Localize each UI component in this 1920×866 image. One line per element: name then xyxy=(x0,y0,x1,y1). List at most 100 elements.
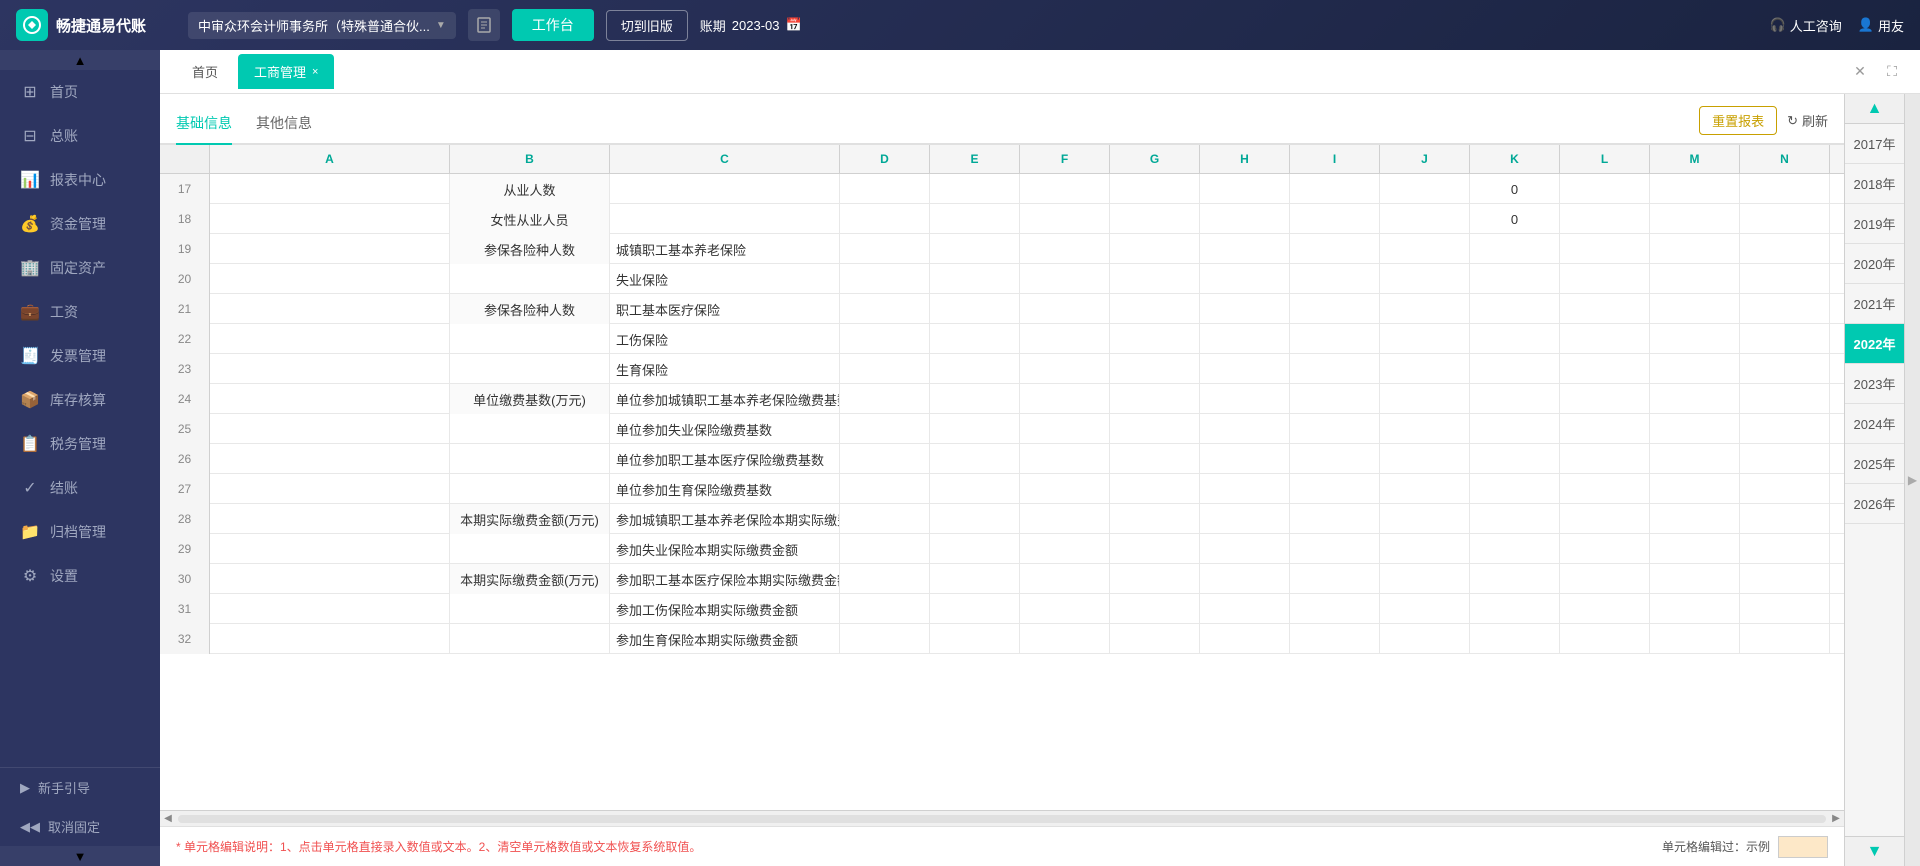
cell-30-h[interactable] xyxy=(1200,564,1290,594)
cell-17-a[interactable] xyxy=(210,174,450,204)
cell-19-j[interactable] xyxy=(1380,234,1470,264)
cell-31-h[interactable] xyxy=(1200,594,1290,624)
cell-26-m[interactable] xyxy=(1650,444,1740,474)
calendar-icon[interactable]: 📅 xyxy=(786,17,802,33)
cell-18-a[interactable] xyxy=(210,204,450,234)
sidebar-item-settings[interactable]: ⚙ 设置 xyxy=(0,554,160,598)
cell-24-d[interactable] xyxy=(840,384,930,414)
cell-19-g[interactable] xyxy=(1110,234,1200,264)
cell-24-i[interactable] xyxy=(1290,384,1380,414)
cell-23-o[interactable]: 0 xyxy=(1830,354,1844,384)
cell-27-b[interactable] xyxy=(450,474,610,504)
year-item-2026[interactable]: 2026年 xyxy=(1845,484,1904,524)
cell-26-k[interactable] xyxy=(1470,444,1560,474)
cell-21-m[interactable] xyxy=(1650,294,1740,324)
cell-18-e[interactable] xyxy=(930,204,1020,234)
cell-31-n[interactable] xyxy=(1740,594,1830,624)
cell-26-n[interactable] xyxy=(1740,444,1830,474)
cell-25-e[interactable] xyxy=(930,414,1020,444)
cell-30-f[interactable] xyxy=(1020,564,1110,594)
cell-32-i[interactable] xyxy=(1290,624,1380,654)
cell-20-m[interactable] xyxy=(1650,264,1740,294)
hscroll-left-btn[interactable]: ◀ xyxy=(160,811,176,827)
cell-22-b[interactable] xyxy=(450,324,610,354)
cell-20-h[interactable] xyxy=(1200,264,1290,294)
cell-32-f[interactable] xyxy=(1020,624,1110,654)
old-version-button[interactable]: 切到旧版 xyxy=(606,10,688,41)
cell-23-i[interactable] xyxy=(1290,354,1380,384)
hscroll-right-btn[interactable]: ▶ xyxy=(1828,811,1844,827)
cell-32-l[interactable] xyxy=(1560,624,1650,654)
cell-27-k[interactable] xyxy=(1470,474,1560,504)
cell-24-n[interactable] xyxy=(1740,384,1830,414)
cell-30-n[interactable] xyxy=(1740,564,1830,594)
cell-32-c[interactable]: 参加生育保险本期实际缴费金额 xyxy=(610,624,840,654)
cell-20-a[interactable] xyxy=(210,264,450,294)
cell-23-m[interactable] xyxy=(1650,354,1740,384)
cell-18-k[interactable]: 0 xyxy=(1470,204,1560,234)
cell-30-a[interactable] xyxy=(210,564,450,594)
cell-32-j[interactable] xyxy=(1380,624,1470,654)
cell-29-l[interactable] xyxy=(1560,534,1650,564)
cell-26-i[interactable] xyxy=(1290,444,1380,474)
cell-20-k[interactable] xyxy=(1470,264,1560,294)
cell-18-o[interactable] xyxy=(1830,204,1844,234)
cell-22-i[interactable] xyxy=(1290,324,1380,354)
cell-30-o[interactable] xyxy=(1830,564,1844,594)
sidebar-item-home[interactable]: ⊞ 首页 xyxy=(0,70,160,114)
sidebar-scroll-up[interactable]: ▲ xyxy=(0,50,160,70)
cell-30-g[interactable] xyxy=(1110,564,1200,594)
cell-23-a[interactable] xyxy=(210,354,450,384)
cell-21-j[interactable] xyxy=(1380,294,1470,324)
cell-29-c[interactable]: 参加失业保险本期实际缴费金额 xyxy=(610,534,840,564)
cell-28-f[interactable] xyxy=(1020,504,1110,534)
cell-31-g[interactable] xyxy=(1110,594,1200,624)
cell-20-g[interactable] xyxy=(1110,264,1200,294)
sidebar-item-invoice[interactable]: 🧾 发票管理 xyxy=(0,334,160,378)
cell-32-d[interactable] xyxy=(840,624,930,654)
cell-21-l[interactable] xyxy=(1560,294,1650,324)
year-item-2018[interactable]: 2018年 xyxy=(1845,164,1904,204)
cell-17-i[interactable] xyxy=(1290,174,1380,204)
cell-20-b[interactable] xyxy=(450,264,610,294)
cell-30-i[interactable] xyxy=(1290,564,1380,594)
cell-27-j[interactable] xyxy=(1380,474,1470,504)
cell-30-j[interactable] xyxy=(1380,564,1470,594)
sidebar-item-inventory[interactable]: 📦 库存核算 xyxy=(0,378,160,422)
cell-31-i[interactable] xyxy=(1290,594,1380,624)
cell-24-f[interactable] xyxy=(1020,384,1110,414)
cell-24-e[interactable] xyxy=(930,384,1020,414)
cell-24-a[interactable] xyxy=(210,384,450,414)
cell-25-c[interactable]: 单位参加失业保险缴费基数 xyxy=(610,414,840,444)
reset-button[interactable]: 重置报表 xyxy=(1699,106,1777,135)
cell-29-k[interactable] xyxy=(1470,534,1560,564)
cell-18-g[interactable] xyxy=(1110,204,1200,234)
cell-21-f[interactable] xyxy=(1020,294,1110,324)
cell-28-b[interactable]: 本期实际缴费金额(万元) xyxy=(450,504,610,534)
cell-28-i[interactable] xyxy=(1290,504,1380,534)
cell-25-h[interactable] xyxy=(1200,414,1290,444)
cell-32-h[interactable] xyxy=(1200,624,1290,654)
cell-31-m[interactable] xyxy=(1650,594,1740,624)
cell-24-k[interactable] xyxy=(1470,384,1560,414)
cell-27-e[interactable] xyxy=(930,474,1020,504)
cell-21-a[interactable] xyxy=(210,294,450,324)
cell-29-h[interactable] xyxy=(1200,534,1290,564)
cell-27-i[interactable] xyxy=(1290,474,1380,504)
cell-31-l[interactable] xyxy=(1560,594,1650,624)
cell-31-j[interactable] xyxy=(1380,594,1470,624)
tab-home[interactable]: 首页 xyxy=(176,54,234,89)
cell-18-c[interactable] xyxy=(610,204,840,234)
cell-19-k[interactable] xyxy=(1470,234,1560,264)
cell-25-o[interactable] xyxy=(1830,414,1844,444)
cell-21-k[interactable] xyxy=(1470,294,1560,324)
cell-21-o[interactable]: 0 xyxy=(1830,294,1844,324)
cell-21-e[interactable] xyxy=(930,294,1020,324)
cell-27-c[interactable]: 单位参加生育保险缴费基数 xyxy=(610,474,840,504)
year-item-2020[interactable]: 2020年 xyxy=(1845,244,1904,284)
cell-28-n[interactable] xyxy=(1740,504,1830,534)
cell-19-h[interactable] xyxy=(1200,234,1290,264)
cell-26-a[interactable] xyxy=(210,444,450,474)
cell-25-g[interactable] xyxy=(1110,414,1200,444)
sidebar-item-close[interactable]: ✓ 结账 xyxy=(0,466,160,510)
